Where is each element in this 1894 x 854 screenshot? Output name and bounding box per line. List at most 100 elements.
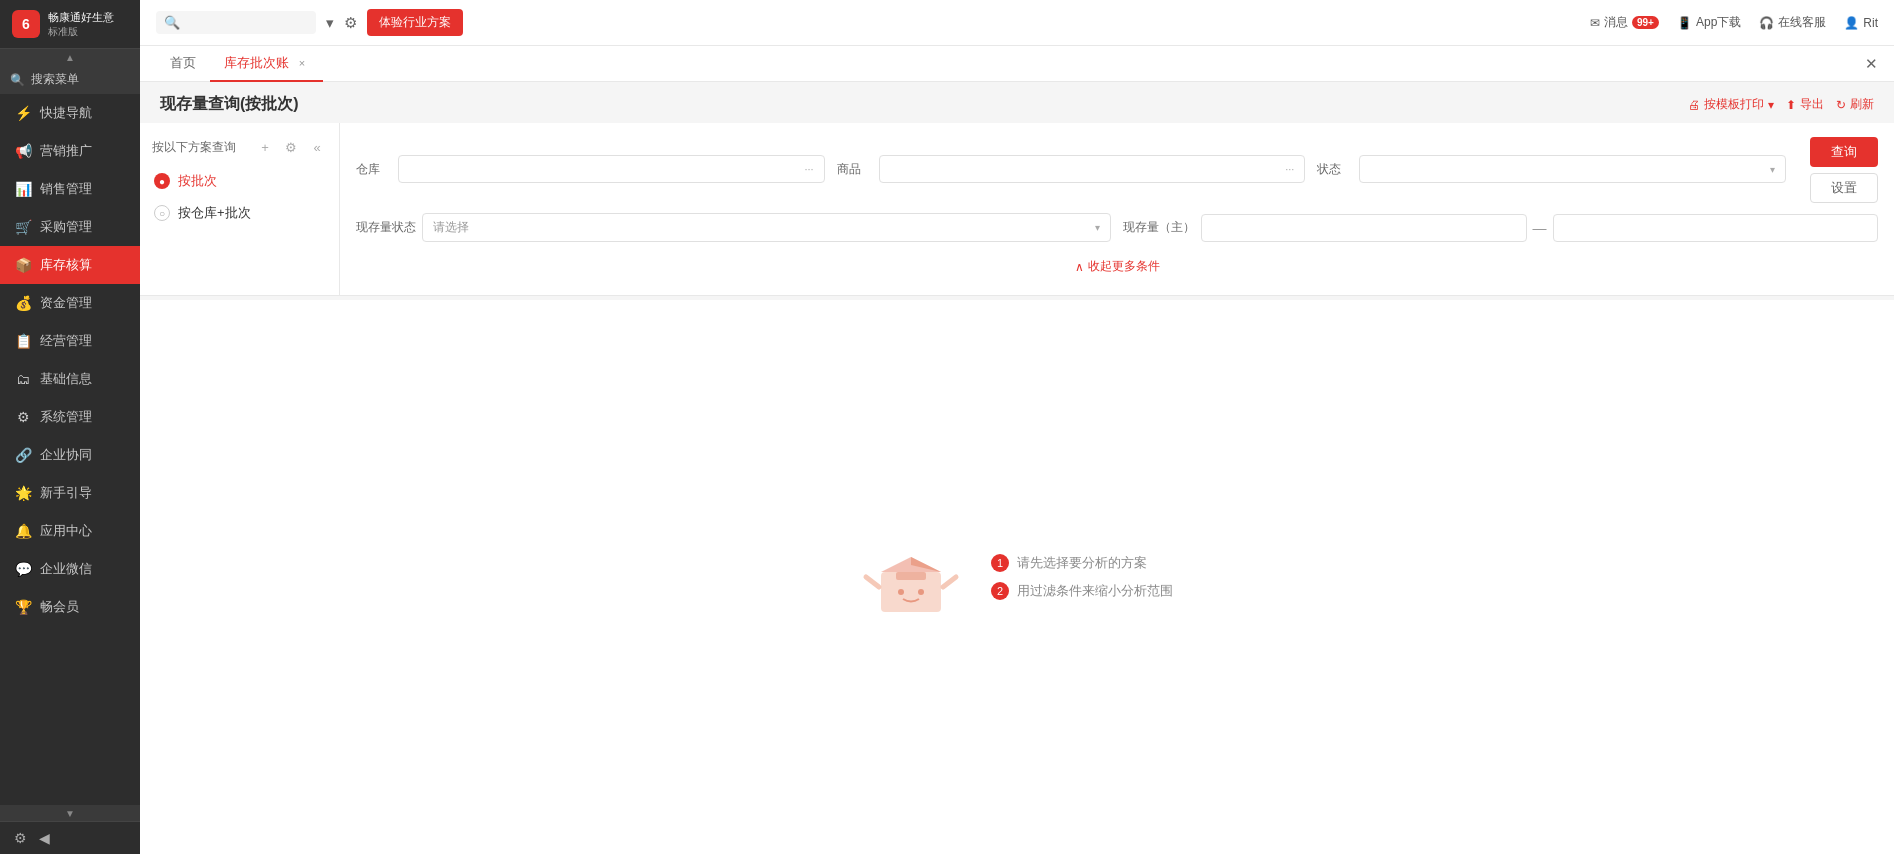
stock-main-min-input[interactable]	[1201, 214, 1527, 242]
tabs-bar: 首页 库存批次账 × ✕	[140, 46, 1894, 82]
query-area: 按以下方案查询 + ⚙ « ● 按批次 ○ 按仓库+批次	[140, 123, 1894, 296]
sales-icon: 📊	[14, 180, 32, 198]
empty-state: 1 请先选择要分析的方案 2 用过滤条件来缩小分析范围	[140, 300, 1894, 854]
export-icon: ⬆	[1786, 98, 1796, 112]
global-close-icon[interactable]: ✕	[1865, 55, 1878, 73]
sidebar-item-operation[interactable]: 📋 经营管理	[0, 322, 140, 360]
status-arrow-icon: ▾	[1770, 164, 1775, 175]
app-download-btn[interactable]: 📱 App下载	[1677, 14, 1741, 31]
tab-inventory-batch[interactable]: 库存批次账 ×	[210, 46, 323, 82]
sidebar-item-enterprise[interactable]: 🔗企业协同	[0, 436, 140, 474]
sidebar-item-label: 库存核算	[40, 256, 92, 274]
scheme-dot-batch: ●	[154, 173, 170, 189]
scheme-item-batch[interactable]: ● 按批次	[140, 165, 339, 197]
shortcut-icon: ⚡	[14, 104, 32, 122]
topbar-settings-icon[interactable]: ⚙	[344, 14, 357, 32]
export-btn[interactable]: ⬆ 导出	[1786, 96, 1824, 113]
user-avatar-btn[interactable]: 👤 Rit	[1844, 16, 1878, 30]
stock-main-max-input[interactable]	[1553, 214, 1879, 242]
sidebar-search-btn[interactable]: 🔍 搜索菜单	[0, 65, 140, 94]
filter-actions: 查询 设置	[1810, 135, 1878, 203]
sidebar-item-label: 采购管理	[40, 218, 92, 236]
sidebar-item-label: 基础信息	[40, 370, 92, 388]
guide-icon: 🌟	[14, 484, 32, 502]
sidebar-item-label: 资金管理	[40, 294, 92, 312]
filter-stock-main: 现存量（主） —	[1123, 214, 1878, 242]
status-select[interactable]: ▾	[1359, 155, 1786, 183]
sidebar-item-system[interactable]: ⚙ 系统管理	[0, 398, 140, 436]
scheme-panel: 按以下方案查询 + ⚙ « ● 按批次 ○ 按仓库+批次	[140, 123, 340, 295]
product-more-icon: ···	[1285, 163, 1294, 175]
scheme-panel-header: 按以下方案查询 + ⚙ «	[140, 133, 339, 165]
sidebar-item-label: 系统管理	[40, 408, 92, 426]
product-input[interactable]: ···	[879, 155, 1306, 183]
sidebar-item-finance[interactable]: 💰资金管理	[0, 284, 140, 322]
scheme-add-icon[interactable]: +	[255, 137, 275, 157]
query-btn[interactable]: 查询	[1810, 137, 1878, 167]
topbar-left: 🔍 ▾ ⚙ 体验行业方案	[156, 9, 463, 36]
empty-hints: 1 请先选择要分析的方案 2 用过滤条件来缩小分析范围	[991, 554, 1173, 600]
top-search-input[interactable]	[184, 16, 284, 30]
messages-btn[interactable]: ✉ 消息 99+	[1590, 14, 1659, 31]
settings-icon[interactable]: ⚙	[14, 830, 27, 846]
print-btn[interactable]: 🖨 按模板打印 ▾	[1688, 96, 1774, 113]
page-actions: 🖨 按模板打印 ▾ ⬆ 导出 ↻ 刷新	[1688, 96, 1874, 113]
search-icon: 🔍	[10, 73, 25, 87]
warehouse-input[interactable]: ···	[398, 155, 825, 183]
main-area: 🔍 ▾ ⚙ 体验行业方案 ✉ 消息 99+ 📱 App下载 🎧 在线客服 👤	[140, 0, 1894, 854]
sidebar-item-guide[interactable]: 🌟 新手引导	[0, 474, 140, 512]
sidebar-item-apps[interactable]: 🔔应用中心	[0, 512, 140, 550]
sidebar-item-label: 经营管理	[40, 332, 92, 350]
sidebar-item-label: 企业协同	[40, 446, 92, 464]
inventory-icon: 📦	[14, 256, 32, 274]
sidebar-item-shortcut[interactable]: ⚡ 快捷导航	[0, 94, 140, 132]
tab-close-icon[interactable]: ×	[295, 56, 309, 70]
sidebar-item-purchase[interactable]: 🛒采购管理	[0, 208, 140, 246]
top-search-bar[interactable]: 🔍	[156, 11, 316, 34]
sidebar: 6 畅康通好生意 标准版 ▲ 🔍 搜索菜单 ⚡ 快捷导航 📢营销推广 📊 销售管理 🛒采购…	[0, 0, 140, 854]
refresh-btn[interactable]: ↻ 刷新	[1836, 96, 1874, 113]
app-brand: 畅康通好生意 标准版	[48, 10, 114, 37]
app-logo: 6	[12, 10, 40, 38]
sidebar-item-marketing[interactable]: 📢营销推广	[0, 132, 140, 170]
refresh-icon: ↻	[1836, 98, 1846, 112]
trial-btn[interactable]: 体验行业方案	[367, 9, 463, 36]
svg-rect-3	[896, 572, 926, 580]
operation-icon: 📋	[14, 332, 32, 350]
sidebar-scroll-down[interactable]: ▼	[0, 805, 140, 821]
hint-item-1: 1 请先选择要分析的方案	[991, 554, 1173, 572]
collapse-sidebar-icon[interactable]: ◀	[39, 830, 50, 846]
scheme-header-icons: + ⚙ «	[255, 137, 327, 157]
page-title: 现存量查询(按批次)	[160, 94, 299, 115]
sidebar-item-inventory[interactable]: 📦 库存核算	[0, 246, 140, 284]
scheme-item-warehouse-batch[interactable]: ○ 按仓库+批次	[140, 197, 339, 229]
sidebar-scroll-up[interactable]: ▲	[0, 49, 140, 65]
stock-status-select[interactable]: 请选择 ▾	[422, 213, 1111, 242]
sidebar-item-label: 畅会员	[40, 598, 79, 616]
filters-panel: 仓库 ··· 商品 ··· 状态	[340, 123, 1894, 295]
page-header: 现存量查询(按批次) 🖨 按模板打印 ▾ ⬆ 导出 ↻ 刷新	[140, 82, 1894, 123]
scheme-settings-icon[interactable]: ⚙	[281, 137, 301, 157]
filter-stock-status: 现存量状态 请选择 ▾	[356, 213, 1111, 242]
sidebar-item-label: 销售管理	[40, 180, 92, 198]
system-icon: ⚙	[14, 408, 32, 426]
svg-line-6	[866, 577, 879, 587]
basic-icon: 🗂	[14, 370, 32, 388]
sidebar-item-label: 新手引导	[40, 484, 92, 502]
online-service-btn[interactable]: 🎧 在线客服	[1759, 14, 1826, 31]
sidebar-item-wechat[interactable]: 💬企业微信	[0, 550, 140, 588]
filter-settings-btn[interactable]: 设置	[1810, 173, 1878, 203]
sidebar-item-label: 营销推广	[40, 142, 92, 160]
sidebar-item-members[interactable]: 🏆畅会员	[0, 588, 140, 626]
scheme-collapse-icon[interactable]: «	[307, 137, 327, 157]
sidebar-item-label: 快捷导航	[40, 104, 92, 122]
sidebar-item-basic[interactable]: 🗂 基础信息	[0, 360, 140, 398]
message-icon: ✉	[1590, 16, 1600, 30]
tab-home[interactable]: 首页	[156, 46, 210, 82]
sidebar-item-label: 应用中心	[40, 522, 92, 540]
topbar-gear-icon[interactable]: ▾	[326, 14, 334, 32]
sidebar-footer: ⚙ ◀	[0, 821, 140, 854]
collapse-more-btn[interactable]: ∧ 收起更多条件	[356, 252, 1878, 283]
sidebar-item-sales[interactable]: 📊 销售管理	[0, 170, 140, 208]
collapse-icon: ∧	[1075, 260, 1084, 274]
